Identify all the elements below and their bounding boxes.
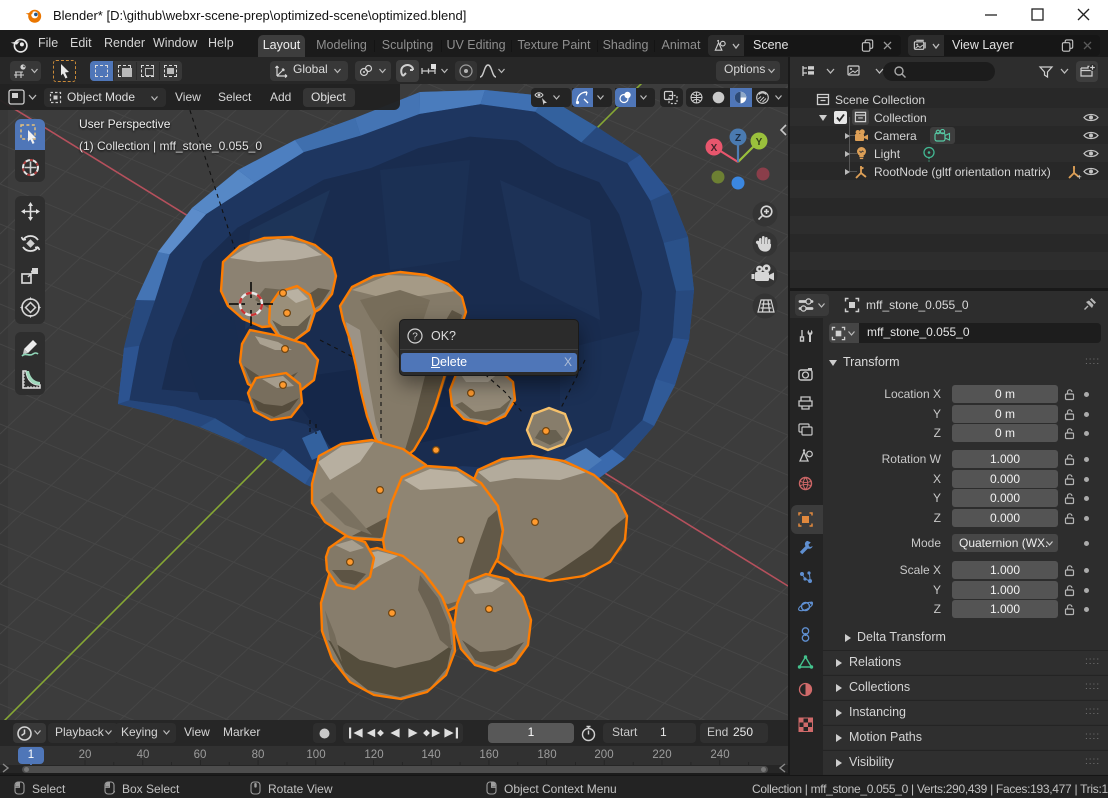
svg-text:X: X bbox=[711, 143, 718, 154]
svg-text:Z: Z bbox=[735, 133, 741, 144]
svg-text:?: ? bbox=[412, 332, 418, 343]
svg-text:Y: Y bbox=[756, 137, 763, 148]
